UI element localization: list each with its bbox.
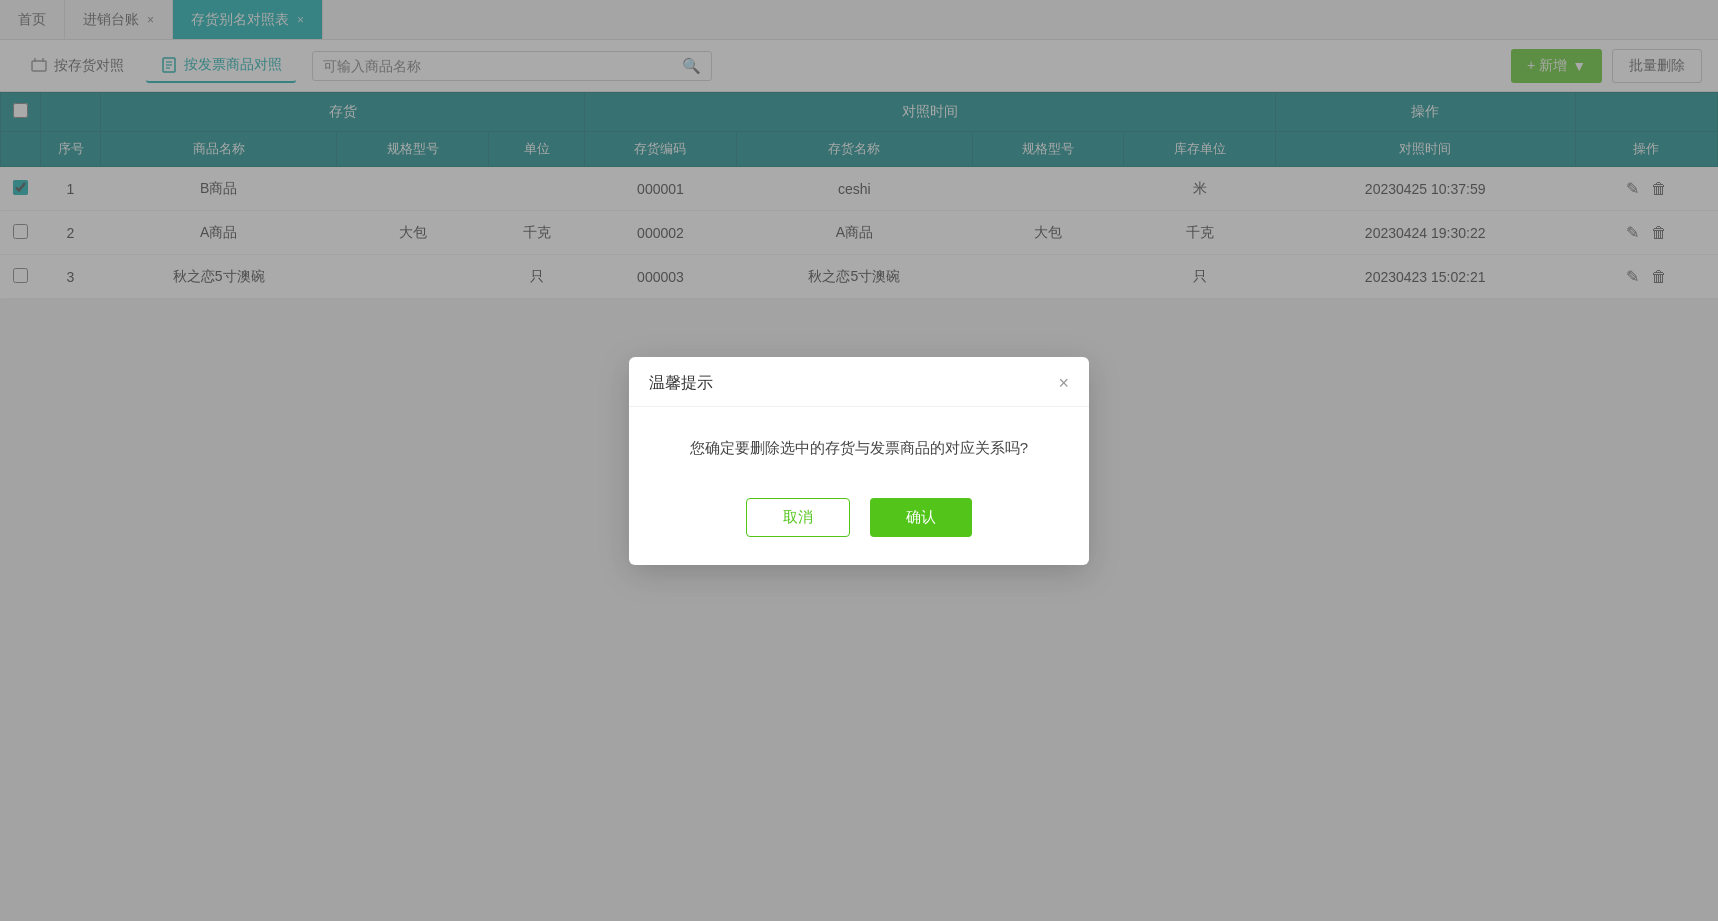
modal-overlay: 温馨提示 × 您确定要删除选中的存货与发票商品的对应关系吗? 取消 确认 [0, 0, 1718, 299]
